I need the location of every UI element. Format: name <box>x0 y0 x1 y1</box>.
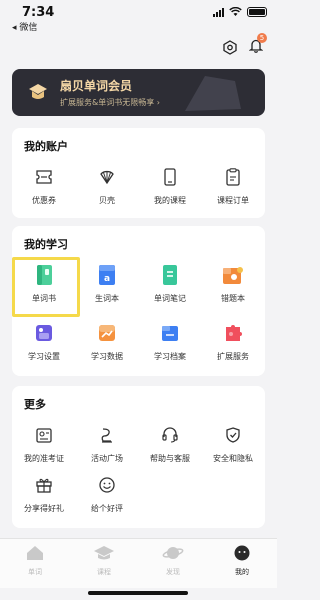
more-item-label: 活动广场 <box>91 454 123 463</box>
study-item-label: 学习设置 <box>28 352 60 361</box>
back-to-wechat-link[interactable]: ◂ 微信 <box>12 20 37 33</box>
study-item-label: 学习档案 <box>154 352 186 361</box>
membership-subtitle: 扩展服务&单词书无限畅享 › <box>60 98 160 107</box>
more-item-share[interactable]: 分享得好礼 <box>12 474 76 514</box>
account-section-title: 我的账户 <box>24 140 68 153</box>
home-icon <box>27 546 43 560</box>
more-item-help[interactable]: 帮助与客服 <box>138 424 202 464</box>
study-item-word-notes[interactable]: 单词笔记 <box>138 264 202 304</box>
activity-icon <box>101 428 112 443</box>
battery-icon <box>247 7 267 17</box>
notification-badge: 5 <box>257 33 267 43</box>
wifi-icon <box>229 7 242 16</box>
account-item-label: 课程订单 <box>217 196 249 205</box>
account-section: 我的账户 优惠券 贝壳 我的课程 课程订单 <box>12 128 265 218</box>
account-item-coupon[interactable]: 优惠券 <box>12 166 76 206</box>
more-item-rate[interactable]: 给个好评 <box>75 474 139 514</box>
gift-icon <box>36 478 52 493</box>
phone-icon <box>164 168 176 186</box>
study-item-mistakes[interactable]: 错题本 <box>201 264 265 304</box>
mistakes-icon <box>223 267 243 284</box>
more-item-activity[interactable]: 活动广场 <box>75 424 139 464</box>
account-item-shell[interactable]: 贝壳 <box>75 166 139 206</box>
membership-crown-icon <box>29 84 47 99</box>
study-item-settings[interactable]: 学习设置 <box>12 322 76 362</box>
more-item-label: 帮助与客服 <box>150 454 190 463</box>
study-item-label: 扩展服务 <box>217 352 249 361</box>
profile-icon <box>234 545 250 561</box>
shell-icon <box>100 170 114 185</box>
study-item-extensions[interactable]: 扩展服务 <box>201 322 265 362</box>
tab-label: 发现 <box>166 568 180 576</box>
svg-text:a: a <box>104 274 110 284</box>
planet-icon <box>162 547 184 559</box>
signal-icon <box>213 7 224 17</box>
wordbook-highlight-frame <box>12 257 80 317</box>
more-item-label: 分享得好礼 <box>24 504 64 513</box>
admission-ticket-icon <box>36 428 52 443</box>
coupon-icon <box>36 170 52 184</box>
account-item-my-courses[interactable]: 我的课程 <box>138 166 202 206</box>
status-bar: 7:34 ◂ 微信 <box>0 0 277 34</box>
membership-banner[interactable]: 扇贝单词会员 扩展服务&单词书无限畅享 › <box>12 69 265 116</box>
header-actions: 5 <box>223 33 267 57</box>
more-item-label: 给个好评 <box>91 504 123 513</box>
more-section: 更多 我的准考证 活动广场 帮助与客服 安全和隐私 分享得好礼 给个好评 <box>12 386 265 528</box>
study-item-label: 错题本 <box>221 294 245 303</box>
more-section-title: 更多 <box>24 398 46 411</box>
study-item-archive[interactable]: 学习档案 <box>138 322 202 362</box>
account-item-label: 我的课程 <box>154 196 186 205</box>
membership-decoration-icon <box>185 76 241 111</box>
vocab-book-icon: a <box>99 265 115 285</box>
study-item-label: 学习数据 <box>91 352 123 361</box>
tab-label: 单词 <box>28 568 42 576</box>
tab-discover[interactable]: 发现 <box>148 545 198 577</box>
more-item-label: 我的准考证 <box>24 454 64 463</box>
headset-icon <box>162 427 178 443</box>
study-section-title: 我的学习 <box>24 238 68 251</box>
membership-title: 扇贝单词会员 <box>60 79 133 93</box>
account-item-label: 优惠券 <box>32 196 56 205</box>
graduation-cap-icon <box>94 546 114 560</box>
tab-label: 课程 <box>97 568 111 576</box>
study-item-label: 生词本 <box>95 294 119 303</box>
study-item-label: 单词笔记 <box>154 294 186 303</box>
word-notes-icon <box>163 265 177 285</box>
more-item-security[interactable]: 安全和隐私 <box>201 424 265 464</box>
order-icon <box>226 168 240 186</box>
notification-button[interactable]: 5 <box>248 33 267 57</box>
home-indicator <box>88 591 188 595</box>
bottom-tab-bar: 单词 课程 发现 我的 <box>0 538 277 588</box>
settings-hex-icon[interactable] <box>223 40 237 55</box>
tab-courses[interactable]: 课程 <box>79 545 129 577</box>
more-item-admission-ticket[interactable]: 我的准考证 <box>12 424 76 464</box>
study-data-icon <box>99 325 115 341</box>
extensions-icon <box>226 325 242 341</box>
tab-words[interactable]: 单词 <box>10 545 60 577</box>
study-archive-icon <box>162 326 178 341</box>
tab-label: 我的 <box>235 568 249 576</box>
shield-icon <box>226 427 240 443</box>
study-item-vocab-book[interactable]: a 生词本 <box>75 264 139 304</box>
more-item-label: 安全和隐私 <box>213 454 253 463</box>
account-item-orders[interactable]: 课程订单 <box>201 166 265 206</box>
tab-me[interactable]: 我的 <box>217 545 267 577</box>
status-icons <box>213 7 267 17</box>
study-item-data[interactable]: 学习数据 <box>75 322 139 362</box>
study-settings-icon <box>36 325 52 341</box>
smile-icon <box>99 477 115 493</box>
account-item-label: 贝壳 <box>99 196 115 205</box>
status-time: 7:34 <box>22 5 55 20</box>
